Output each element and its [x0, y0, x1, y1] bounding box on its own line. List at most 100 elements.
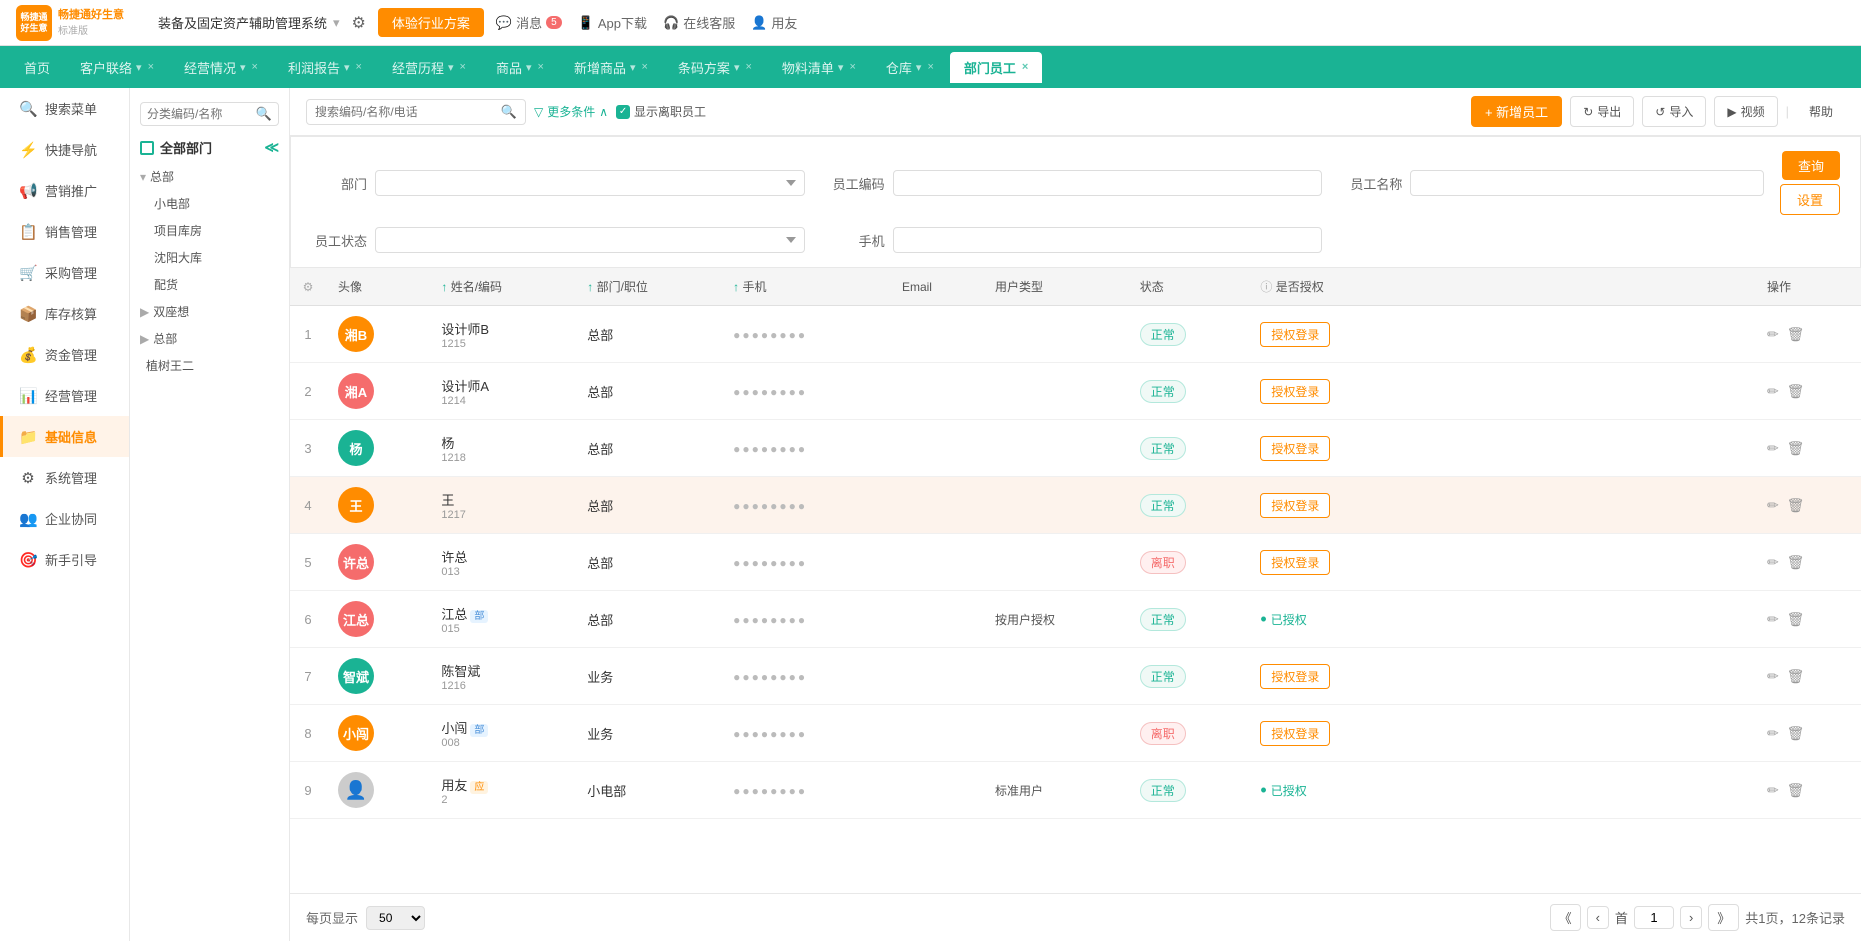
delete-icon[interactable]: 🗑	[1787, 497, 1805, 514]
dept-item-xiangmukufang[interactable]: 项目库房	[138, 217, 289, 244]
auth-login-btn[interactable]: 授权登录	[1260, 493, 1330, 518]
delete-icon[interactable]: 🗑	[1787, 668, 1805, 685]
auth-login-btn[interactable]: 授权登录	[1260, 664, 1330, 689]
tab-close[interactable]: ×	[252, 61, 258, 73]
tab-close[interactable]: ×	[745, 61, 751, 73]
sidebar-item-collab[interactable]: 👥 企业协同	[0, 498, 129, 539]
tab-close[interactable]: ×	[538, 61, 544, 73]
more-filters-btn[interactable]: ▽ 更多条件 ∧	[534, 103, 608, 120]
tab-close[interactable]: ×	[1022, 61, 1028, 73]
tab-barcode[interactable]: 条码方案▾×	[664, 52, 766, 83]
search-box[interactable]: 🔍	[306, 99, 526, 125]
auth-login-btn[interactable]: 授权登录	[1260, 322, 1330, 347]
tab-close[interactable]: ×	[641, 61, 647, 73]
sidebar-item-guide[interactable]: 🎯 新手引导	[0, 539, 129, 580]
show-resigned-toggle[interactable]: ✓ 显示离职员工	[616, 103, 706, 120]
delete-icon[interactable]: 🗑	[1787, 725, 1805, 742]
resigned-checkbox[interactable]: ✓	[616, 105, 630, 119]
delete-icon[interactable]: 🗑	[1787, 611, 1805, 628]
edit-icon[interactable]: ✏	[1767, 725, 1779, 742]
delete-icon[interactable]: 🗑	[1787, 554, 1805, 571]
online-service-btn[interactable]: 🎧 在线客服	[663, 13, 735, 32]
dept-item-xiaodibu[interactable]: 小电部	[138, 190, 289, 217]
edit-icon[interactable]: ✏	[1767, 326, 1779, 343]
dept-item-peihuo[interactable]: 配货	[138, 271, 289, 298]
sidebar-item-basic[interactable]: 📁 基础信息	[0, 416, 129, 457]
edit-icon[interactable]: ✏	[1767, 782, 1779, 799]
auth-login-btn[interactable]: 授权登录	[1260, 721, 1330, 746]
search-input[interactable]	[315, 105, 497, 119]
dept-search-input[interactable]	[147, 107, 252, 121]
tab-close[interactable]: ×	[356, 61, 362, 73]
dept-item-zhishu[interactable]: 植树王二	[130, 352, 289, 379]
tab-bom[interactable]: 物料清单▾×	[768, 52, 870, 83]
sidebar-item-operations[interactable]: 📊 经营管理	[0, 375, 129, 416]
dept-collapse-icon[interactable]: ≪	[264, 139, 279, 156]
import-btn[interactable]: ↺ 导入	[1642, 96, 1706, 127]
app-download-btn[interactable]: 📱 App下载	[578, 13, 647, 32]
experience-btn[interactable]: 体验行业方案	[378, 8, 484, 37]
tab-close[interactable]: ×	[927, 61, 933, 73]
export-btn[interactable]: ↻ 导出	[1570, 96, 1634, 127]
set-btn[interactable]: 设置	[1780, 184, 1840, 215]
auth-login-btn[interactable]: 授权登录	[1260, 550, 1330, 575]
sidebar-item-finance[interactable]: 💰 资金管理	[0, 334, 129, 375]
edit-icon[interactable]: ✏	[1767, 611, 1779, 628]
tab-operations[interactable]: 经营情况▾×	[170, 52, 272, 83]
dept-all-btn[interactable]: 全部部门 ≪	[130, 132, 289, 163]
dept-item-shenyang[interactable]: 沈阳大库	[138, 244, 289, 271]
sidebar-item-quicknav[interactable]: ⚡ 快捷导航	[0, 129, 129, 170]
message-btn[interactable]: 💬 消息 5	[496, 13, 562, 32]
tab-new-goods[interactable]: 新增商品▾×	[560, 52, 662, 83]
sidebar-item-system[interactable]: ⚙ 系统管理	[0, 457, 129, 498]
query-btn[interactable]: 查询	[1782, 151, 1840, 180]
edit-icon[interactable]: ✏	[1767, 668, 1779, 685]
dept-search-box[interactable]: 🔍	[140, 102, 279, 126]
tab-dept-staff[interactable]: 部门员工×	[950, 52, 1042, 83]
prev-page-btn[interactable]: ‹	[1587, 906, 1609, 929]
edit-icon[interactable]: ✏	[1767, 440, 1779, 457]
delete-icon[interactable]: 🗑	[1787, 440, 1805, 457]
tab-goods[interactable]: 商品▾×	[482, 52, 558, 83]
last-page-btn[interactable]: 》	[1708, 904, 1739, 931]
tab-customer[interactable]: 客户联络▾×	[66, 52, 168, 83]
sidebar-item-sales[interactable]: 📋 销售管理	[0, 211, 129, 252]
tab-history[interactable]: 经营历程▾×	[378, 52, 480, 83]
per-page-select[interactable]: 50 100 200	[366, 906, 425, 930]
page-input[interactable]	[1634, 906, 1674, 929]
first-page-btn[interactable]: 《	[1550, 904, 1581, 931]
add-employee-btn[interactable]: + 新增员工	[1471, 96, 1562, 127]
delete-icon[interactable]: 🗑	[1787, 383, 1805, 400]
tab-close[interactable]: ×	[849, 61, 855, 73]
view-btn[interactable]: ▶ 视频	[1714, 96, 1777, 127]
gear-btn[interactable]: ⚙	[352, 13, 366, 33]
delete-icon[interactable]: 🗑	[1787, 326, 1805, 343]
sidebar-item-inventory[interactable]: 📦 库存核算	[0, 293, 129, 334]
title-arrow-icon[interactable]: ▾	[333, 15, 340, 31]
tab-home[interactable]: 首页	[10, 52, 64, 83]
dept-group-zonbu[interactable]: ▾ 总部	[130, 163, 289, 190]
phone-input[interactable]	[893, 227, 1323, 253]
next-page-btn[interactable]: ›	[1680, 906, 1702, 929]
edit-icon[interactable]: ✏	[1767, 497, 1779, 514]
sidebar-item-search[interactable]: 🔍 搜索菜单	[0, 88, 129, 129]
sidebar-item-purchase[interactable]: 🛒 采购管理	[0, 252, 129, 293]
col-name-code[interactable]: ↑ 姓名/编码	[429, 268, 575, 306]
auth-login-btn[interactable]: 授权登录	[1260, 379, 1330, 404]
delete-icon[interactable]: 🗑	[1787, 782, 1805, 799]
tab-warehouse[interactable]: 仓库▾×	[872, 52, 948, 83]
tab-profit[interactable]: 利润报告▾×	[274, 52, 376, 83]
col-phone[interactable]: ↑ 手机	[721, 268, 890, 306]
emp-name-input[interactable]	[1410, 170, 1764, 196]
emp-code-input[interactable]	[893, 170, 1323, 196]
dept-group-shuangzuoxiang[interactable]: ▶ 双座想	[130, 298, 289, 325]
help-btn[interactable]: 帮助	[1797, 97, 1845, 126]
auth-login-btn[interactable]: 授权登录	[1260, 436, 1330, 461]
sidebar-item-marketing[interactable]: 📢 营销推广	[0, 170, 129, 211]
emp-status-select[interactable]	[375, 227, 805, 253]
dept-group-zonbu2[interactable]: ▶ 总部	[130, 325, 289, 352]
tab-close[interactable]: ×	[148, 61, 154, 73]
edit-icon[interactable]: ✏	[1767, 383, 1779, 400]
user-btn[interactable]: 👤 用友	[751, 13, 797, 32]
dept-select[interactable]	[375, 170, 805, 196]
